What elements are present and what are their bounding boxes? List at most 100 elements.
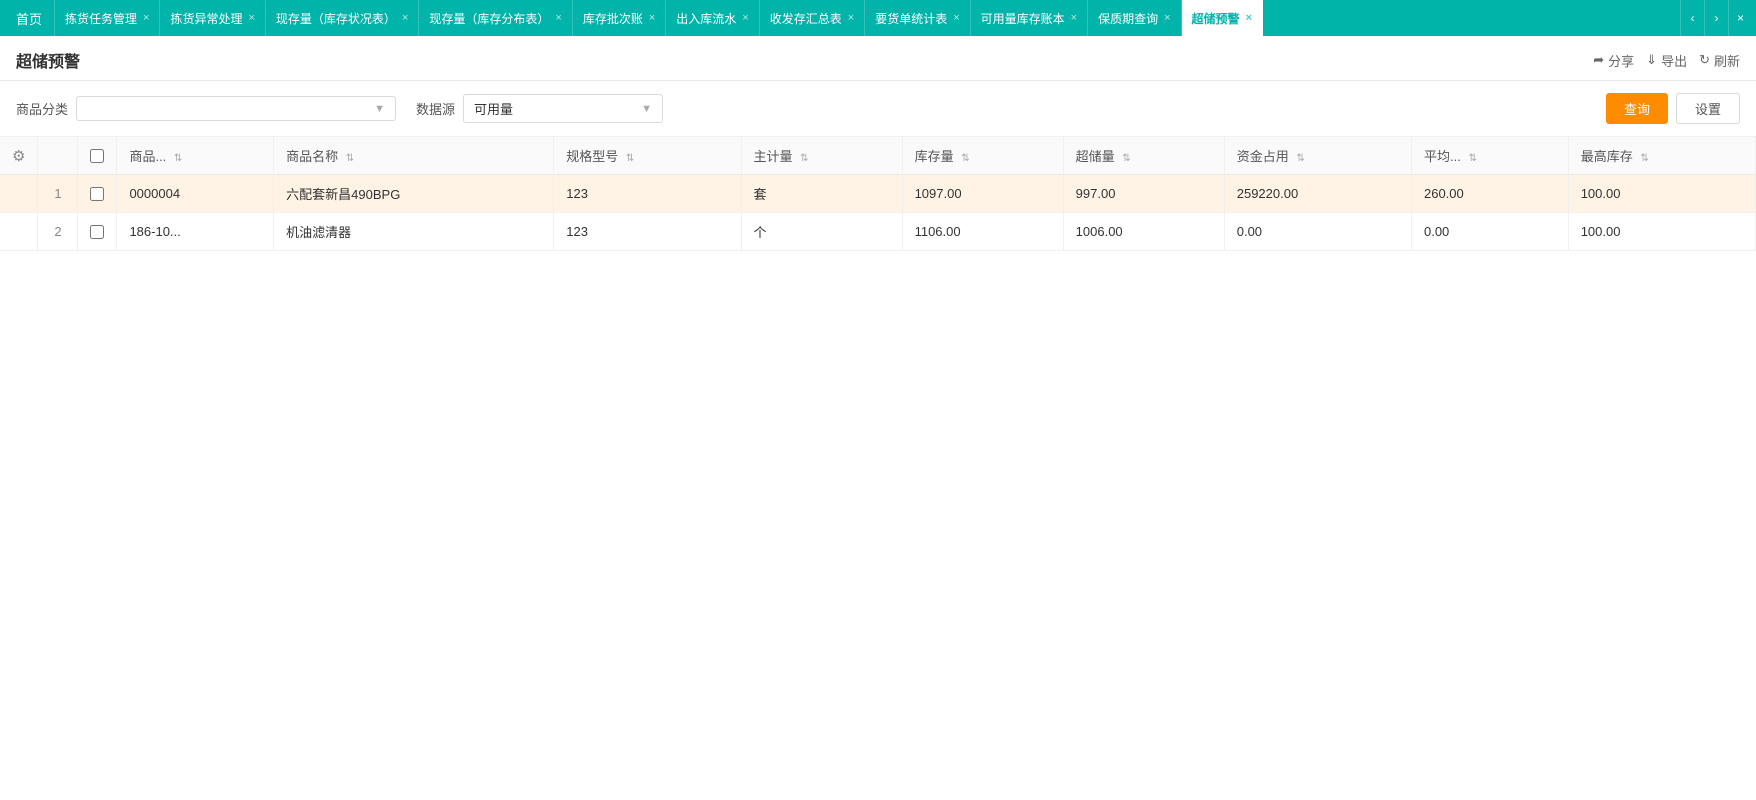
datasource-select-value: 可用量 [474, 99, 513, 118]
row-code: 0000004 [117, 175, 274, 213]
row-spec: 123 [554, 213, 741, 251]
row-stock: 1097.00 [902, 175, 1063, 213]
export-icon: ⇓ [1646, 52, 1657, 68]
nav-tab-8[interactable]: 要货单统计表 × [865, 0, 970, 36]
close-tab-9-icon[interactable]: × [1071, 12, 1077, 24]
table-row: 1 0000004 六配套新昌490BPG 123 套 1097.00 997.… [0, 175, 1756, 213]
col-header-capital[interactable]: 资金占用 ⇅ [1224, 137, 1411, 175]
row-settings-cell [0, 213, 38, 251]
datasource-label: 数据源 [416, 99, 455, 118]
row-index: 1 [38, 175, 78, 213]
row-settings-cell [0, 175, 38, 213]
nav-prev-button[interactable]: ‹ [1680, 0, 1704, 36]
col-header-name[interactable]: 商品名称 ⇅ [274, 137, 554, 175]
share-icon: ➦ [1593, 52, 1604, 68]
select-all-checkbox[interactable] [90, 149, 104, 163]
category-filter: 商品分类 ▼ [16, 96, 396, 121]
row-index: 2 [38, 213, 78, 251]
row-avg: 0.00 [1411, 213, 1568, 251]
row-checkbox-cell[interactable] [78, 213, 117, 251]
row-max: 100.00 [1568, 213, 1755, 251]
page-header: 超储预警 ➦ 分享 ⇓ 导出 ↻ 刷新 [0, 36, 1756, 81]
data-table: ⚙ 商品... ⇅ 商品名称 ⇅ [0, 137, 1756, 251]
row-name: 六配套新昌490BPG [274, 175, 554, 213]
col-header-max[interactable]: 最高库存 ⇅ [1568, 137, 1755, 175]
category-select-value [87, 101, 91, 116]
nav-tab-10[interactable]: 保质期查询 × [1088, 0, 1181, 36]
table-container: ⚙ 商品... ⇅ 商品名称 ⇅ [0, 137, 1756, 251]
close-tab-7-icon[interactable]: × [848, 12, 854, 24]
refresh-icon: ↻ [1699, 52, 1710, 68]
nav-next-button[interactable]: › [1704, 0, 1728, 36]
col-header-settings[interactable]: ⚙ [0, 137, 38, 175]
col-header-unit[interactable]: 主计量 ⇅ [741, 137, 902, 175]
row-name: 机油滤清器 [274, 213, 554, 251]
nav-tab-9[interactable]: 可用量库存账本 × [971, 0, 1088, 36]
row-code: 186-10... [117, 213, 274, 251]
row-spec: 123 [554, 175, 741, 213]
datasource-filter: 数据源 可用量 ▼ [416, 94, 663, 123]
nav-tab-1[interactable]: 拣货任务管理 × [55, 0, 160, 36]
nav-tab-2[interactable]: 拣货异常处理 × [160, 0, 265, 36]
export-button[interactable]: ⇓ 导出 [1646, 51, 1687, 70]
sort-unit-icon: ⇅ [800, 153, 808, 164]
sort-code-icon: ⇅ [174, 153, 182, 164]
row-checkbox[interactable] [90, 225, 104, 239]
col-header-over[interactable]: 超储量 ⇅ [1063, 137, 1224, 175]
category-select-arrow-icon: ▼ [374, 103, 385, 115]
row-unit: 套 [741, 175, 902, 213]
close-tab-10-icon[interactable]: × [1164, 12, 1170, 24]
settings-button[interactable]: 设置 [1676, 93, 1740, 124]
col-header-stock[interactable]: 库存量 ⇅ [902, 137, 1063, 175]
close-tab-2-icon[interactable]: × [248, 12, 254, 24]
nav-tab-3[interactable]: 现存量（库存状况表） × [266, 0, 419, 36]
col-header-avg[interactable]: 平均... ⇅ [1411, 137, 1568, 175]
query-button[interactable]: 查询 [1606, 93, 1668, 124]
close-tab-5-icon[interactable]: × [649, 12, 655, 24]
nav-close-button[interactable]: × [1728, 0, 1752, 36]
refresh-button[interactable]: ↻ 刷新 [1699, 51, 1740, 70]
datasource-select[interactable]: 可用量 ▼ [463, 94, 663, 123]
row-max: 100.00 [1568, 175, 1755, 213]
filter-actions: 查询 设置 [1606, 93, 1740, 124]
col-header-spec[interactable]: 规格型号 ⇅ [554, 137, 741, 175]
row-unit: 个 [741, 213, 902, 251]
sort-spec-icon: ⇅ [626, 153, 634, 164]
row-checkbox-cell[interactable] [78, 175, 117, 213]
sort-capital-icon: ⇅ [1296, 153, 1304, 164]
close-tab-8-icon[interactable]: × [953, 12, 959, 24]
table-row: 2 186-10... 机油滤清器 123 个 1106.00 1006.00 … [0, 213, 1756, 251]
row-checkbox[interactable] [90, 187, 104, 201]
close-tab-1-icon[interactable]: × [143, 12, 149, 24]
sort-stock-icon: ⇅ [961, 153, 969, 164]
nav-tab-5[interactable]: 库存批次账 × [573, 0, 666, 36]
row-avg: 260.00 [1411, 175, 1568, 213]
row-capital: 259220.00 [1224, 175, 1411, 213]
close-tab-3-icon[interactable]: × [402, 12, 408, 24]
nav-tab-4[interactable]: 现存量（库存分布表） × [419, 0, 572, 36]
page-title: 超储预警 [16, 48, 80, 72]
row-over: 1006.00 [1063, 213, 1224, 251]
row-stock: 1106.00 [902, 213, 1063, 251]
nav-tab-11[interactable]: 超储预警 × [1182, 0, 1263, 36]
close-tab-11-icon[interactable]: × [1246, 12, 1252, 24]
datasource-select-arrow-icon: ▼ [641, 103, 652, 115]
close-tab-6-icon[interactable]: × [742, 12, 748, 24]
col-header-index [38, 137, 78, 175]
nav-tab-6[interactable]: 出入库流水 × [666, 0, 759, 36]
category-label: 商品分类 [16, 99, 68, 118]
top-nav: 首页 拣货任务管理 × 拣货异常处理 × 现存量（库存状况表） × 现存量（库存… [0, 0, 1756, 36]
nav-home[interactable]: 首页 [4, 0, 55, 36]
sort-over-icon: ⇅ [1122, 153, 1130, 164]
row-capital: 0.00 [1224, 213, 1411, 251]
close-tab-4-icon[interactable]: × [555, 12, 561, 24]
col-header-checkbox[interactable] [78, 137, 117, 175]
category-select[interactable]: ▼ [76, 96, 396, 121]
nav-arrows: ‹ › × [1680, 0, 1752, 36]
sort-name-icon: ⇅ [346, 153, 354, 164]
share-button[interactable]: ➦ 分享 [1593, 51, 1634, 70]
col-header-code[interactable]: 商品... ⇅ [117, 137, 274, 175]
table-body: 1 0000004 六配套新昌490BPG 123 套 1097.00 997.… [0, 175, 1756, 251]
nav-tab-7[interactable]: 收发存汇总表 × [760, 0, 865, 36]
gear-icon[interactable]: ⚙ [12, 148, 25, 165]
